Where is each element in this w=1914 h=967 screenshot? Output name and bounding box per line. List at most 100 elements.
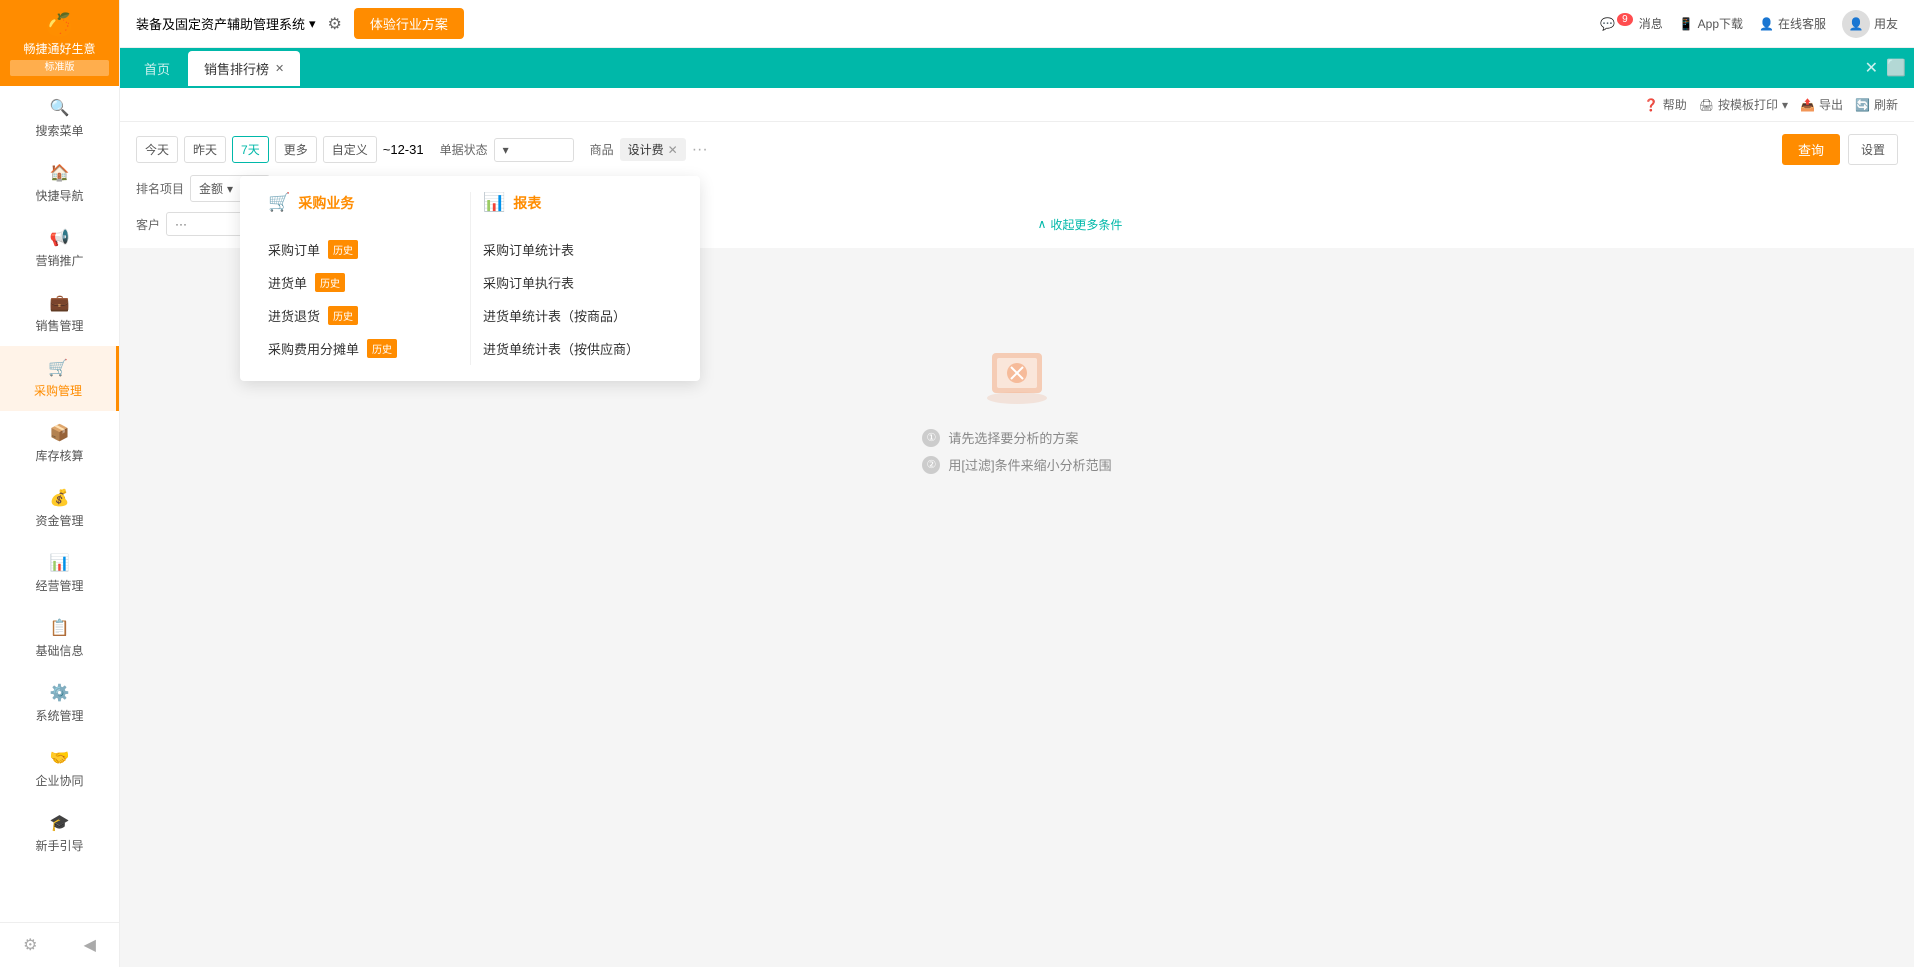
menu-item-incoming-stat-supplier-label: 进货单统计表（按供应商） <box>483 339 639 358</box>
sidebar-item-cooperation[interactable]: 🤝 企业协同 <box>0 736 119 801</box>
export-label: 导出 <box>1819 96 1843 113</box>
menu-item-incoming-stat-goods-label: 进货单统计表（按商品） <box>483 306 626 325</box>
sidebar-item-marketing[interactable]: 📢营销推广 <box>0 216 119 281</box>
ranking-value-text: 金额 <box>199 180 223 197</box>
report-section-icon: 📊 <box>483 192 505 213</box>
export-icon: 📤 <box>1800 98 1815 112</box>
sidebar-item-operations[interactable]: 📊经营管理 <box>0 541 119 606</box>
menu-item-incoming[interactable]: 进货单 历史 <box>268 266 458 299</box>
main-area: 装备及固定资产辅助管理系统 ▾ ⚙ 体验行业方案 💬 9 消息 📱 App下载 … <box>120 0 1914 967</box>
order-status-label: 单据状态 <box>440 141 488 158</box>
report-section-title: 📊 报表 <box>483 192 672 221</box>
sidebar-item-system[interactable]: ⚙️系统管理 <box>0 671 119 736</box>
user-avatar: 👤 <box>1842 10 1870 38</box>
menu-item-incoming-stat-goods[interactable]: 进货单统计表（按商品） <box>483 299 672 332</box>
settings-footer-icon[interactable]: ⚙ <box>23 935 37 955</box>
cooperation-icon: 🤝 <box>50 748 70 768</box>
help-icon: ❓ <box>1644 98 1659 112</box>
print-action[interactable]: 🖨 按模板打印 ▾ <box>1699 96 1788 113</box>
order-status-select[interactable]: ▾ <box>494 138 574 162</box>
dropdown-icon: ▾ <box>309 16 316 32</box>
search-icon: 🔍 <box>50 98 70 118</box>
sidebar-item-quick[interactable]: 🏠快捷导航 <box>0 151 119 216</box>
tip-num-1: ① <box>922 429 940 447</box>
sidebar-item-search[interactable]: 🔍搜索菜单 <box>0 86 119 151</box>
collapse-footer-icon[interactable]: ◀ <box>84 935 96 955</box>
app-download-icon: 📱 <box>1679 17 1694 31</box>
user-item[interactable]: 👤 用友 <box>1842 10 1898 38</box>
empty-tip-2: ② 用[过滤]条件来缩小分析范围 <box>922 455 1111 474</box>
export-action[interactable]: 📤 导出 <box>1800 96 1843 113</box>
tab-window-close-icon[interactable]: ✕ <box>1865 58 1878 78</box>
date-today-btn[interactable]: 今天 <box>136 136 178 163</box>
sidebar-item-label-marketing: 营销推广 <box>35 252 83 269</box>
date-yesterday-btn[interactable]: 昨天 <box>184 136 226 163</box>
tab-sales-rank[interactable]: 销售排行榜 ✕ <box>188 51 300 86</box>
menu-item-incoming-return-label: 进货退货 <box>268 306 320 325</box>
order-status-dropdown-icon: ▾ <box>503 143 509 157</box>
tab-sales-rank-label: 销售排行榜 <box>204 59 269 78</box>
system-title: 装备及固定资产辅助管理系统 <box>136 14 305 33</box>
sidebar-item-basic[interactable]: 📋基础信息 <box>0 606 119 671</box>
goods-label: 商品 <box>590 141 614 158</box>
help-action[interactable]: ❓ 帮助 <box>1644 96 1687 113</box>
report-section: 📊 报表 采购订单统计表 采购订单执行表 进货单统计表（按商品） 进货单统计表（… <box>470 192 684 365</box>
menu-item-purchase-expense-tag: 历史 <box>367 339 397 358</box>
sidebar-item-sales[interactable]: 💼销售管理 <box>0 281 119 346</box>
sidebar-item-inventory[interactable]: 📦库存核算 <box>0 411 119 476</box>
goods-tag-close[interactable]: ✕ <box>668 143 678 157</box>
query-button[interactable]: 查询 <box>1782 134 1840 165</box>
sidebar-item-label-quick: 快捷导航 <box>35 187 83 204</box>
tip-num-2: ② <box>922 456 940 474</box>
ranking-dropdown-icon: ▾ <box>227 182 233 196</box>
logo: 🍊 畅捷通好生意 标准版 <box>0 0 119 86</box>
sidebar-item-purchase[interactable]: 🛒采购管理 <box>0 346 119 411</box>
logo-icon: 🍊 <box>10 10 109 41</box>
menu-item-purchase-order-stat[interactable]: 采购订单统计表 <box>483 233 672 266</box>
refresh-action[interactable]: 🔄 刷新 <box>1855 96 1898 113</box>
sidebar-footer: ⚙ ◀ <box>0 922 119 967</box>
sidebar-item-label-operations: 经营管理 <box>35 577 83 594</box>
sidebar-item-label-cooperation: 企业协同 <box>35 772 83 789</box>
industry-solution-button[interactable]: 体验行业方案 <box>354 8 464 39</box>
logo-text: 畅捷通好生意 <box>10 41 109 58</box>
menu-item-purchase-order[interactable]: 采购订单 历史 <box>268 233 458 266</box>
topbar-settings-icon[interactable]: ⚙ <box>328 14 342 34</box>
menu-item-purchase-expense[interactable]: 采购费用分摊单 历史 <box>268 332 458 365</box>
message-item[interactable]: 💬 9 消息 <box>1600 15 1663 32</box>
tab-sales-rank-close[interactable]: ✕ <box>275 62 284 75</box>
help-label: 帮助 <box>1663 96 1687 113</box>
customer-filter: 客户 ··· <box>136 212 246 236</box>
tip-text-1: 请先选择要分析的方案 <box>948 428 1078 447</box>
sidebar-item-label-inventory: 库存核算 <box>35 447 83 464</box>
tab-home[interactable]: 首页 <box>128 51 186 86</box>
tabbar-right: ✕ ⬜ <box>1865 58 1906 78</box>
sidebar-item-finance[interactable]: 💰资金管理 <box>0 476 119 541</box>
date-custom-btn[interactable]: 自定义 <box>323 136 377 163</box>
online-service-item[interactable]: 👤 在线客服 <box>1759 15 1826 32</box>
refresh-label: 刷新 <box>1874 96 1898 113</box>
message-label: 消息 <box>1639 15 1663 32</box>
menu-item-incoming-return[interactable]: 进货退货 历史 <box>268 299 458 332</box>
sidebar-item-label-system: 系统管理 <box>35 707 83 724</box>
sidebar: 🍊 畅捷通好生意 标准版 🔍搜索菜单🏠快捷导航📢营销推广💼销售管理🛒采购管理📦库… <box>0 0 120 967</box>
collapse-button[interactable]: ∧ 收起更多条件 <box>1038 216 1123 233</box>
print-label: 按模板打印 <box>1718 96 1778 113</box>
tab-maximize-icon[interactable]: ⬜ <box>1886 58 1906 78</box>
date-more-btn[interactable]: 更多 <box>275 136 317 163</box>
menu-item-incoming-stat-supplier[interactable]: 进货单统计表（按供应商） <box>483 332 672 365</box>
app-download-item[interactable]: 📱 App下载 <box>1679 15 1743 32</box>
logo-tag: 标准版 <box>10 60 109 76</box>
customer-select[interactable]: ··· <box>166 212 246 236</box>
menu-item-purchase-order-stat-label: 采购订单统计表 <box>483 240 574 259</box>
basic-icon: 📋 <box>50 618 70 638</box>
goods-dots[interactable]: ··· <box>692 141 708 159</box>
date-7days-btn[interactable]: 7天 <box>232 136 269 163</box>
system-title-dropdown[interactable]: 装备及固定资产辅助管理系统 ▾ <box>136 14 316 33</box>
goods-tag-text: 设计费 <box>628 141 664 158</box>
refresh-icon: 🔄 <box>1855 98 1870 112</box>
menu-item-purchase-order-exec[interactable]: 采购订单执行表 <box>483 266 672 299</box>
purchase-section-title: 🛒 采购业务 <box>268 192 458 221</box>
sidebar-item-guide[interactable]: 🎓新手引导 <box>0 801 119 866</box>
settings-button[interactable]: 设置 <box>1848 134 1898 165</box>
